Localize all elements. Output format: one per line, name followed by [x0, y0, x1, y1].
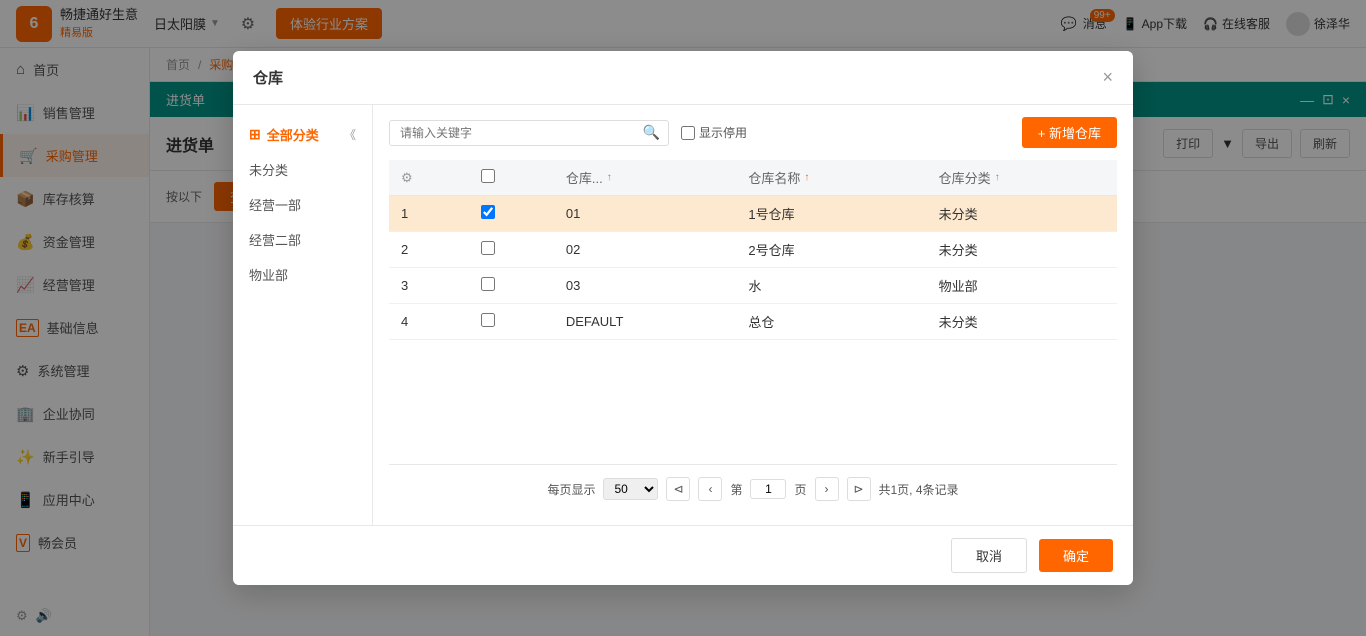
- col-name-label: 仓库名称: [748, 168, 800, 187]
- show-disabled-checkbox[interactable]: [681, 126, 695, 140]
- category-all-header[interactable]: ⊞ 全部分类 《: [233, 117, 372, 152]
- row-checkbox[interactable]: [481, 241, 495, 255]
- page-number-input[interactable]: [750, 479, 786, 499]
- row-num: 1: [389, 196, 469, 232]
- row-num: 2: [389, 232, 469, 268]
- modal-main-area: 🔍 显示停用 + 新增仓库 ⚙: [373, 105, 1133, 525]
- prev-page-button[interactable]: ‹: [698, 477, 722, 501]
- search-button[interactable]: 🔍: [635, 124, 668, 141]
- show-disabled-label[interactable]: 显示停用: [681, 124, 747, 141]
- select-all-checkbox[interactable]: [481, 169, 495, 183]
- row-category: 未分类: [927, 196, 1117, 232]
- show-disabled-text: 显示停用: [699, 124, 747, 141]
- search-input[interactable]: [390, 121, 635, 145]
- category-item-dept1[interactable]: 经营一部: [233, 187, 372, 222]
- sort-icon-category: ↑: [995, 172, 1000, 183]
- row-checkbox-cell[interactable]: [469, 196, 554, 232]
- col-code[interactable]: 仓库... ↑: [554, 160, 737, 196]
- row-checkbox-cell[interactable]: [469, 268, 554, 304]
- per-page-label: 每页显示: [547, 481, 595, 498]
- cancel-button[interactable]: 取消: [951, 538, 1027, 573]
- category-all-label: 全部分类: [267, 125, 319, 144]
- category-item-dept2[interactable]: 经营二部: [233, 222, 372, 257]
- modal-header: 仓库 ×: [233, 51, 1133, 105]
- col-category-label: 仓库分类: [939, 168, 991, 187]
- sort-icon-code: ↑: [607, 172, 612, 183]
- row-checkbox[interactable]: [481, 205, 495, 219]
- modal-footer: 取消 确定: [233, 525, 1133, 585]
- col-gear: ⚙: [389, 160, 469, 196]
- warehouse-table: ⚙ 仓库... ↑: [389, 160, 1117, 340]
- table-row[interactable]: 2 02 2号仓库 未分类: [389, 232, 1117, 268]
- total-info: 共1页, 4条记录: [879, 481, 959, 498]
- pagination-bar: 每页显示 50 10 20 100 ⊲ ‹ 第 页 › ⊳ 共1页, 4条记录: [389, 464, 1117, 513]
- row-code: DEFAULT: [554, 304, 737, 340]
- category-grid-icon: ⊞: [249, 126, 261, 143]
- modal-body: ⊞ 全部分类 《 未分类 经营一部 经营二部 物业部 🔍: [233, 105, 1133, 525]
- search-box: 🔍: [389, 120, 669, 146]
- row-num: 4: [389, 304, 469, 340]
- category-item-uncategorized[interactable]: 未分类: [233, 152, 372, 187]
- row-name: 2号仓库: [736, 232, 926, 268]
- row-checkbox-cell[interactable]: [469, 232, 554, 268]
- row-name: 1号仓库: [736, 196, 926, 232]
- modal-toolbar: 🔍 显示停用 + 新增仓库: [389, 117, 1117, 148]
- next-page-button[interactable]: ›: [815, 477, 839, 501]
- row-name: 总仓: [736, 304, 926, 340]
- new-warehouse-button[interactable]: + 新增仓库: [1022, 117, 1117, 148]
- table-row[interactable]: 4 DEFAULT 总仓 未分类: [389, 304, 1117, 340]
- col-code-label: 仓库...: [566, 168, 603, 187]
- table-gear-icon: ⚙: [401, 170, 413, 185]
- collapse-sidebar-button[interactable]: 《: [344, 126, 356, 143]
- row-checkbox[interactable]: [481, 313, 495, 327]
- table-header: ⚙ 仓库... ↑: [389, 160, 1117, 196]
- page-label-post: 页: [794, 481, 806, 498]
- row-code: 02: [554, 232, 737, 268]
- col-name[interactable]: 仓库名称 ↑: [736, 160, 926, 196]
- col-checkbox: [469, 160, 554, 196]
- sort-icon-name: ↑: [804, 172, 809, 183]
- per-page-select[interactable]: 50 10 20 100: [603, 478, 658, 500]
- row-checkbox-cell[interactable]: [469, 304, 554, 340]
- row-checkbox[interactable]: [481, 277, 495, 291]
- modal-close-button[interactable]: ×: [1102, 67, 1113, 88]
- row-num: 3: [389, 268, 469, 304]
- last-page-button[interactable]: ⊳: [847, 477, 871, 501]
- row-category: 物业部: [927, 268, 1117, 304]
- modal-overlay: 仓库 × ⊞ 全部分类 《 未分类 经营一部 经营二部 物业部: [0, 0, 1366, 636]
- table-row[interactable]: 1 01 1号仓库 未分类: [389, 196, 1117, 232]
- category-item-property[interactable]: 物业部: [233, 257, 372, 292]
- row-category: 未分类: [927, 304, 1117, 340]
- col-category[interactable]: 仓库分类 ↑: [927, 160, 1117, 196]
- row-category: 未分类: [927, 232, 1117, 268]
- row-code: 01: [554, 196, 737, 232]
- table-row[interactable]: 3 03 水 物业部: [389, 268, 1117, 304]
- modal-category-sidebar: ⊞ 全部分类 《 未分类 经营一部 经营二部 物业部: [233, 105, 373, 525]
- modal-title: 仓库: [253, 67, 283, 88]
- row-code: 03: [554, 268, 737, 304]
- row-name: 水: [736, 268, 926, 304]
- table-body: 1 01 1号仓库 未分类 2 02 2号仓库 未分类 3 03 水 物业部 4…: [389, 196, 1117, 340]
- confirm-button[interactable]: 确定: [1039, 539, 1113, 572]
- first-page-button[interactable]: ⊲: [666, 477, 690, 501]
- warehouse-modal: 仓库 × ⊞ 全部分类 《 未分类 经营一部 经营二部 物业部: [233, 51, 1133, 585]
- page-label-pre: 第: [730, 481, 742, 498]
